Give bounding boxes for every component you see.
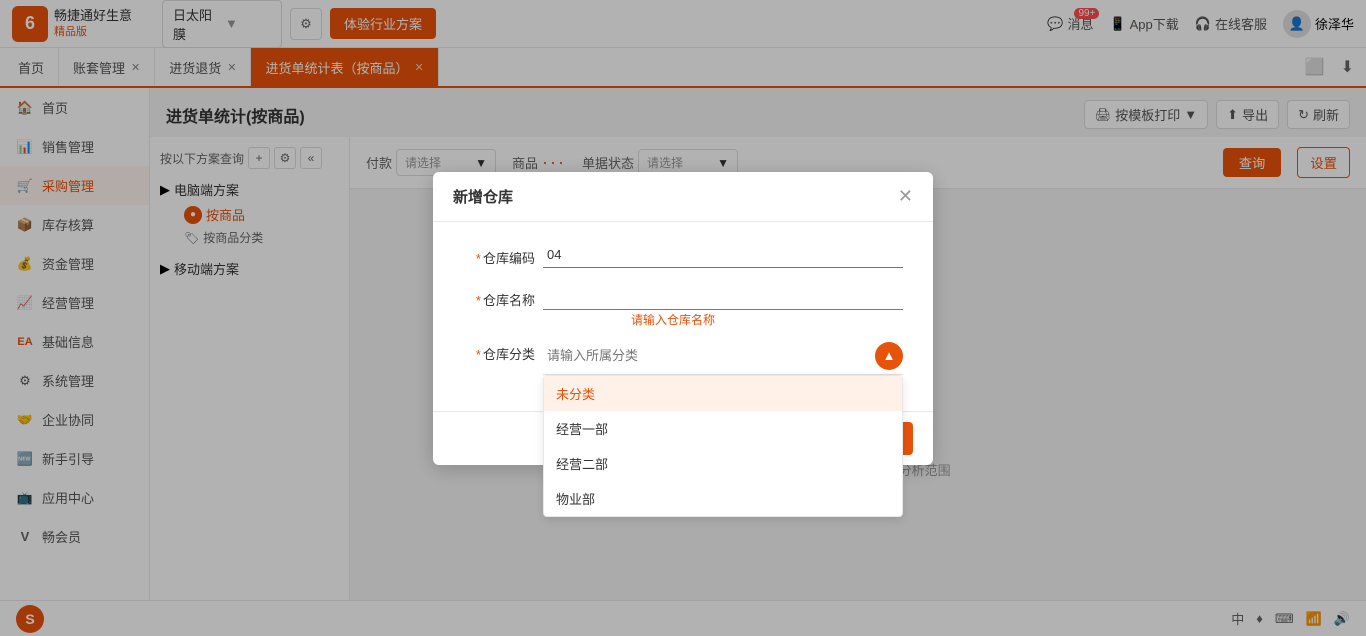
category-wrapper: ▲ 未分类 经营一部 经营二部 物业部 bbox=[543, 338, 903, 375]
dropdown-item-ops2[interactable]: 经营二部 bbox=[544, 446, 902, 481]
category-dropdown: 未分类 经营一部 经营二部 物业部 bbox=[543, 375, 903, 517]
modal-close-button[interactable]: ✕ bbox=[898, 186, 913, 207]
modal-header: 新增仓库 ✕ bbox=[433, 172, 933, 222]
name-error-message: 请输入仓库名称 bbox=[631, 311, 715, 328]
category-toggle-button[interactable]: ▲ bbox=[875, 342, 903, 370]
code-label: *仓库编码 bbox=[463, 242, 543, 267]
dropdown-item-unclassified[interactable]: 未分类 bbox=[544, 376, 902, 411]
code-input[interactable] bbox=[543, 242, 903, 268]
modal-body: *仓库编码 *仓库名称 请输入仓库名称 *仓库分类 bbox=[433, 222, 933, 411]
category-input-row: ▲ bbox=[543, 338, 903, 375]
code-field-row: *仓库编码 bbox=[463, 242, 903, 268]
new-warehouse-modal: 新增仓库 ✕ *仓库编码 *仓库名称 请输入仓库名称 bbox=[433, 172, 933, 465]
name-field-row: *仓库名称 请输入仓库名称 bbox=[463, 284, 903, 310]
modal-overlay[interactable]: 新增仓库 ✕ *仓库编码 *仓库名称 请输入仓库名称 bbox=[0, 0, 1366, 636]
modal-title: 新增仓库 bbox=[453, 186, 513, 207]
name-input-wrapper: 请输入仓库名称 bbox=[543, 284, 903, 310]
dropdown-item-property[interactable]: 物业部 bbox=[544, 481, 902, 516]
name-input[interactable] bbox=[543, 284, 903, 310]
name-label: *仓库名称 bbox=[463, 284, 543, 309]
dropdown-item-ops1[interactable]: 经营一部 bbox=[544, 411, 902, 446]
category-field-row: *仓库分类 ▲ 未分类 经营一部 经营二部 物业部 bbox=[463, 338, 903, 375]
category-input[interactable] bbox=[543, 343, 871, 368]
category-label: *仓库分类 bbox=[463, 338, 543, 363]
